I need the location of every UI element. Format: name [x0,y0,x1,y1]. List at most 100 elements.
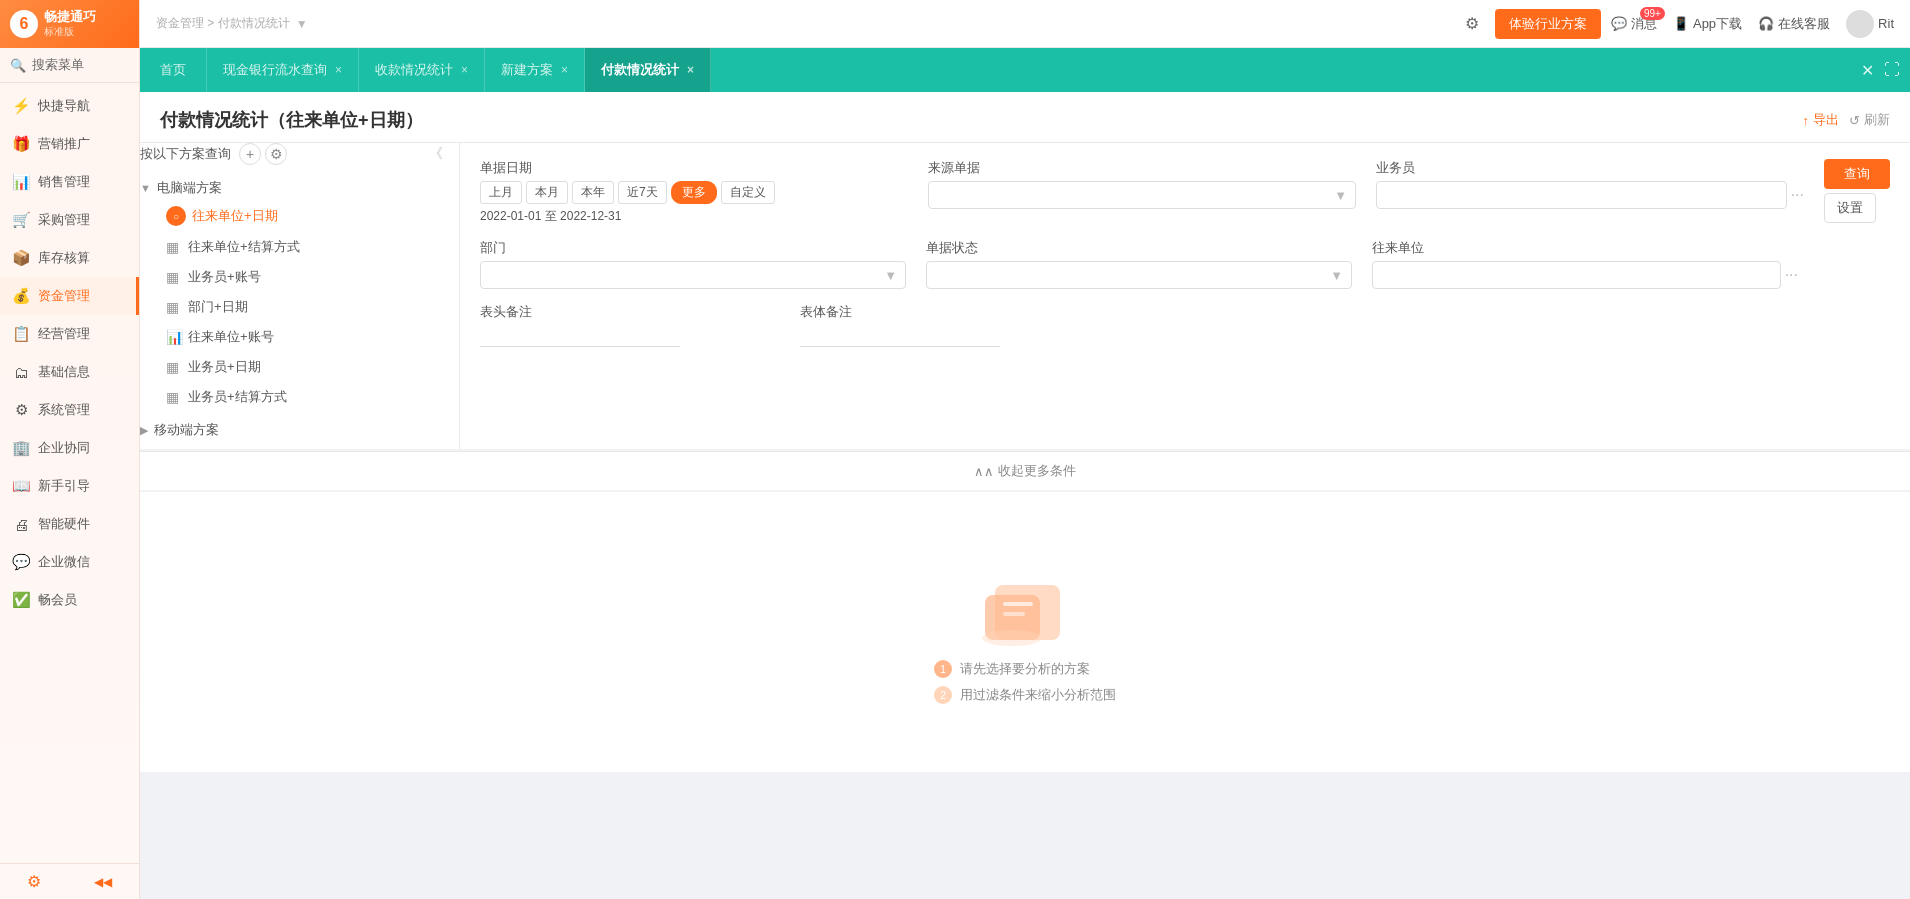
search-menu[interactable]: 🔍 搜索菜单 [0,48,139,83]
form-row-2: 部门 ▼ 单据状态 ▼ [480,239,1890,289]
marketing-icon: 🎁 [12,135,30,153]
scheme-item-staff-settle[interactable]: ▦ 业务员+结算方式 [160,383,443,411]
scheme-item-unit-date[interactable]: ○ 往来单位+日期 [160,201,443,231]
empty-state: 1 请先选择要分析的方案 2 用过滤条件来缩小分析范围 [140,492,1910,772]
add-scheme-btn[interactable]: + [239,143,261,165]
sidebar-item-inventory[interactable]: 📦 库存核算 [0,239,139,277]
export-btn[interactable]: ↑ 导出 [1803,111,1840,129]
logo-icon: 6 [10,10,38,38]
collection-stats-tab-close[interactable]: × [461,63,468,77]
sidebar-item-wechat[interactable]: 💬 企业微信 [0,543,139,581]
sidebar-collapse-btn[interactable]: ◀◀ [94,875,112,889]
sidebar-item-marketing[interactable]: 🎁 营销推广 [0,125,139,163]
new-scheme-tab-close[interactable]: × [561,63,568,77]
scheme-item-unit-settle[interactable]: ▦ 往来单位+结算方式 [160,233,443,261]
sidebar-item-vip[interactable]: ✅ 畅会员 [0,581,139,619]
main-content: 资金管理 > 付款情况统计 ▼ ⚙ 体验行业方案 💬 消息 99+ 📱 App下… [140,0,1910,899]
scheme-icon: ▦ [166,389,182,405]
sidebar-item-label: 企业微信 [38,553,90,571]
staff-ellipsis-btn[interactable]: ··· [1791,186,1804,204]
refresh-icon: ↺ [1849,113,1860,128]
voucher-status-select[interactable]: ▼ [926,261,1352,289]
operations-icon: 📋 [12,325,30,343]
table-body-note-input[interactable] [800,325,1000,347]
user-area[interactable]: Rit [1846,10,1894,38]
date-btn-this-month[interactable]: 本月 [526,181,568,204]
online-service-btn[interactable]: 🎧 在线客服 [1758,15,1830,33]
bank-flow-tab-close[interactable]: × [335,63,342,77]
window-maximize-btn[interactable]: ⛶ [1884,61,1900,79]
date-btn-7days[interactable]: 近7天 [618,181,667,204]
tab-new-scheme[interactable]: 新建方案 × [485,48,585,92]
refresh-btn[interactable]: ↺ 刷新 [1849,111,1890,129]
sidebar-item-sales[interactable]: 📊 销售管理 [0,163,139,201]
mobile-arrow-icon: ▶ [140,424,148,437]
table-head-note-label: 表头备注 [480,303,760,321]
staff-select[interactable] [1376,181,1787,209]
sidebar-item-purchase[interactable]: 🛒 采购管理 [0,201,139,239]
scheme-item-unit-account[interactable]: 📊 往来单位+账号 [160,323,443,351]
sidebar-item-enterprise[interactable]: 🏢 企业协同 [0,429,139,467]
date-btn-this-year[interactable]: 本年 [572,181,614,204]
dept-chevron-icon: ▼ [884,268,897,283]
scheme-icon: ▦ [166,269,182,285]
date-btn-more[interactable]: 更多 [671,181,717,204]
app-download-btn[interactable]: 📱 App下载 [1673,15,1742,33]
mobile-group-title[interactable]: ▶ 移动端方案 [140,417,443,443]
wechat-icon: 💬 [12,553,30,571]
date-btn-last-month[interactable]: 上月 [480,181,522,204]
svg-rect-4 [1003,612,1025,616]
trial-industry-btn[interactable]: 体验行业方案 [1495,9,1601,39]
partner-ellipsis-btn[interactable]: ··· [1785,266,1798,284]
service-icon: 🎧 [1758,16,1774,31]
tab-payment-stats[interactable]: 付款情况统计 × [585,48,711,92]
sidebar-item-smart-hw[interactable]: 🖨 智能硬件 [0,505,139,543]
desktop-group-title[interactable]: ▼ 电脑端方案 [140,175,443,201]
sidebar-item-label: 库存核算 [38,249,90,267]
sidebar-item-basic-info[interactable]: 🗂 基础信息 [0,353,139,391]
enterprise-icon: 🏢 [12,439,30,457]
breadcrumb-chevron-icon: ▼ [296,17,308,31]
page-title: 付款情况统计（往来单位+日期） [160,108,423,132]
source-voucher-select[interactable]: ▼ [928,181,1356,209]
tab-home[interactable]: 首页 [140,48,207,92]
sidebar-item-quick-nav[interactable]: ⚡ 快捷导航 [0,87,139,125]
sidebar-item-operations[interactable]: 📋 经营管理 [0,315,139,353]
collapse-bar: ∧∧ 收起更多条件 [140,451,1910,490]
sidebar-item-guide[interactable]: 📖 新手引导 [0,467,139,505]
dept-select[interactable]: ▼ [480,261,906,289]
collapse-more-btn[interactable]: ∧∧ 收起更多条件 [974,462,1076,480]
payment-stats-tab-close[interactable]: × [687,63,694,77]
tab-bank-flow[interactable]: 现金银行流水查询 × [207,48,359,92]
sidebar-item-label: 营销推广 [38,135,90,153]
desktop-scheme-group: ▼ 电脑端方案 ○ 往来单位+日期 ▦ 往来单位+结算方式 [140,175,443,411]
tab-collection-stats[interactable]: 收款情况统计 × [359,48,485,92]
sidebar-item-capital[interactable]: 💰 资金管理 [0,277,139,315]
tip-num-2: 2 [934,686,952,704]
scheme-settings-btn[interactable]: ⚙ [265,143,287,165]
header-actions: ⚙ 体验行业方案 [1465,9,1601,39]
scheme-collapse-btn[interactable]: 《 [429,145,443,163]
settings-small-btn[interactable]: 设置 [1824,193,1876,223]
sidebar-item-label: 智能硬件 [38,515,90,533]
query-btn[interactable]: 查询 [1824,159,1890,189]
voucher-status-field: 单据状态 ▼ [926,239,1352,289]
search-icon: 🔍 [10,58,26,73]
table-head-note-input[interactable] [480,325,680,347]
scheme-item-staff-account[interactable]: ▦ 业务员+账号 [160,263,443,291]
date-btn-custom[interactable]: 自定义 [721,181,775,204]
scheme-panel: 按以下方案查询 + ⚙ 《 ▼ [140,143,460,449]
sidebar-item-system[interactable]: ⚙ 系统管理 [0,391,139,429]
sidebar-item-label: 资金管理 [38,287,90,305]
window-close-btn[interactable]: ✕ [1861,61,1874,80]
scheme-item-dept-date[interactable]: ▦ 部门+日期 [160,293,443,321]
page-header: 付款情况统计（往来单位+日期） ↑ 导出 ↺ 刷新 [140,92,1910,143]
sidebar-settings-btn[interactable]: ⚙ [27,872,41,891]
scheme-item-staff-date[interactable]: ▦ 业务员+日期 [160,353,443,381]
messages-btn[interactable]: 💬 消息 99+ [1611,15,1657,33]
desktop-arrow-icon: ▼ [140,182,151,194]
basic-info-icon: 🗂 [12,363,30,381]
header-settings-btn[interactable]: ⚙ [1465,14,1479,33]
chart-icon: 📊 [166,329,182,345]
partner-select[interactable] [1372,261,1781,289]
